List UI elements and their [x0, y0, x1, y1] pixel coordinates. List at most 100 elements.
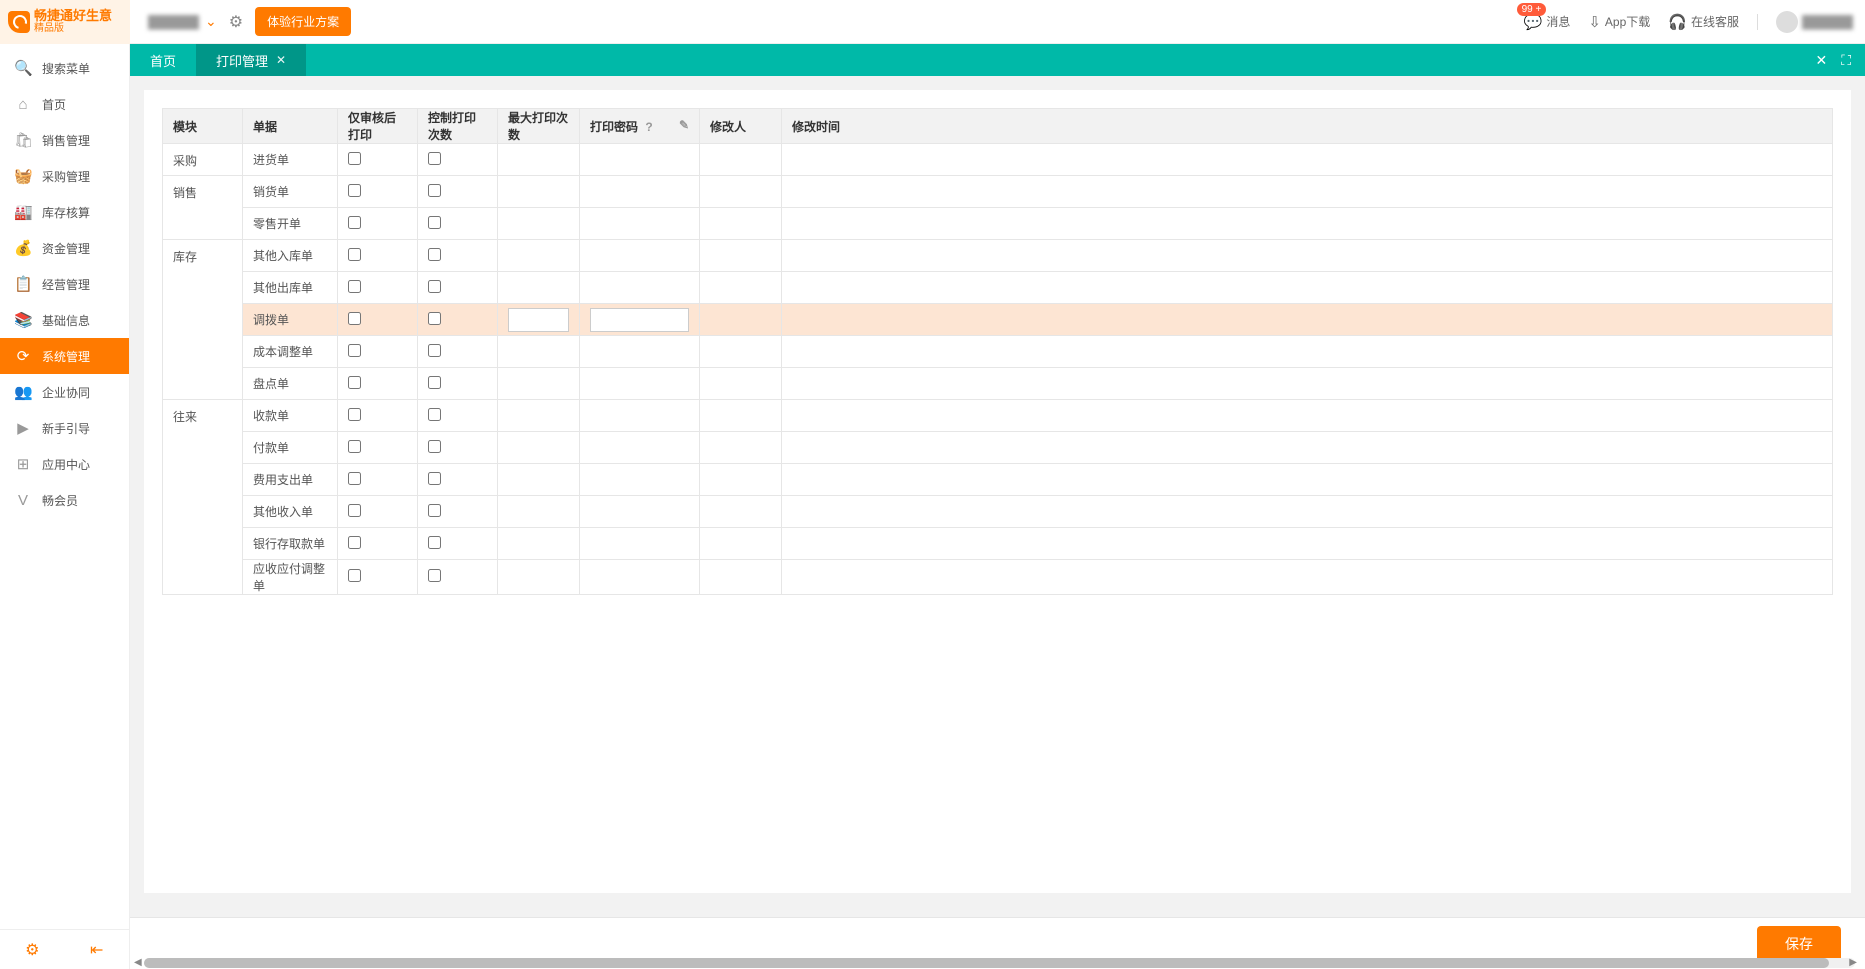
sidebar-item-search[interactable]: 🔍搜索菜单 [0, 50, 129, 86]
print-password-cell [580, 528, 700, 560]
audit-only-checkbox[interactable] [348, 248, 361, 261]
org-selector[interactable]: ██████ [148, 15, 199, 29]
sidebar-item-guide[interactable]: ▶新手引导 [0, 410, 129, 446]
limit-count-checkbox[interactable] [428, 280, 441, 293]
tab-print[interactable]: 打印管理 ✕ [196, 44, 306, 76]
audit-only-checkbox[interactable] [348, 440, 361, 453]
headset-icon: 🎧 [1668, 13, 1687, 31]
limit-count-checkbox[interactable] [428, 408, 441, 421]
sidebar-item-system[interactable]: ⟳系统管理 [0, 338, 129, 374]
modifier-cell [700, 368, 782, 400]
sidebar-item-label: 采购管理 [42, 168, 90, 185]
doc-cell: 其他入库单 [243, 240, 338, 272]
doc-cell: 销货单 [243, 176, 338, 208]
sidebar-item-stock[interactable]: 🏭库存核算 [0, 194, 129, 230]
scrollbar-thumb[interactable] [144, 958, 1829, 968]
sidebar-collapse-icon[interactable]: ⇤ [65, 930, 130, 969]
doc-cell: 零售开单 [243, 208, 338, 240]
audit-only-checkbox[interactable] [348, 216, 361, 229]
limit-count-checkbox[interactable] [428, 248, 441, 261]
message-button[interactable]: 💬 消息 [1524, 13, 1571, 31]
limit-count-checkbox[interactable] [428, 472, 441, 485]
audit-only-checkbox[interactable] [348, 536, 361, 549]
doc-cell: 其他收入单 [243, 496, 338, 528]
limit-count-checkbox[interactable] [428, 440, 441, 453]
sidebar-item-purchase[interactable]: 🧺采购管理 [0, 158, 129, 194]
online-service-button[interactable]: 🎧 在线客服 [1668, 13, 1739, 31]
sidebar-item-member[interactable]: V畅会员 [0, 482, 129, 518]
limit-count-checkbox[interactable] [428, 504, 441, 517]
username: ██████ [1802, 15, 1853, 29]
table-row: 盘点单 [163, 368, 1833, 400]
sidebar-item-apps[interactable]: ⊞应用中心 [0, 446, 129, 482]
max-count-cell [498, 464, 580, 496]
save-button[interactable]: 保存 [1757, 926, 1841, 962]
module-cell: 库存 [163, 240, 243, 400]
brand-logo[interactable]: 畅捷通好生意 精品版 [0, 0, 130, 44]
audit-only-checkbox[interactable] [348, 152, 361, 165]
sidebar-item-home[interactable]: ⌂首页 [0, 86, 129, 122]
message-label: 消息 [1546, 13, 1570, 30]
audit-only-checkbox[interactable] [348, 504, 361, 517]
audit-only-checkbox[interactable] [348, 312, 361, 325]
th-limit-count: 控制打印次数 [418, 109, 498, 144]
max-count-input[interactable] [508, 308, 569, 332]
close-icon[interactable]: ✕ [276, 53, 286, 67]
sidebar-item-coop[interactable]: 👥企业协同 [0, 374, 129, 410]
sidebar: 🔍搜索菜单⌂首页🛍销售管理🧺采购管理🏭库存核算💰资金管理📋经营管理 📚 基础信息 ⟳系… [0, 44, 130, 969]
modify-time-cell [782, 464, 1833, 496]
modifier-cell [700, 272, 782, 304]
limit-count-checkbox[interactable] [428, 152, 441, 165]
help-icon[interactable]: ? [645, 120, 652, 134]
user-menu[interactable]: ██████ [1776, 11, 1853, 33]
chevron-down-icon[interactable]: ⌄ [205, 13, 217, 30]
print-password-cell [580, 400, 700, 432]
table-row: 银行存取款单 [163, 528, 1833, 560]
limit-count-checkbox[interactable] [428, 216, 441, 229]
limit-count-checkbox[interactable] [428, 344, 441, 357]
sidebar-item-fund[interactable]: 💰资金管理 [0, 230, 129, 266]
promo-button[interactable]: 体验行业方案 [255, 7, 351, 36]
table-row: 零售开单 [163, 208, 1833, 240]
print-password-cell [580, 144, 700, 176]
audit-only-checkbox[interactable] [348, 408, 361, 421]
limit-count-checkbox[interactable] [428, 312, 441, 325]
modify-time-cell [782, 368, 1833, 400]
audit-only-checkbox[interactable] [348, 472, 361, 485]
apps-icon: ⊞ [14, 455, 32, 473]
limit-count-checkbox[interactable] [428, 569, 441, 582]
module-cell: 销售 [163, 176, 243, 240]
audit-only-checkbox[interactable] [348, 344, 361, 357]
modify-time-cell [782, 304, 1833, 336]
sidebar-item-base[interactable]: 📚 基础信息 [0, 302, 129, 338]
scroll-left-icon[interactable]: ◀ [134, 957, 142, 968]
horizontal-scrollbar[interactable]: ◀ ▶ [144, 958, 1855, 968]
app-download-button[interactable]: ⇩ App下载 [1588, 13, 1650, 31]
org-name: ██████ [148, 15, 199, 29]
tab-close-all-icon[interactable]: ✕ [1815, 52, 1827, 69]
modify-time-cell [782, 272, 1833, 304]
audit-only-checkbox[interactable] [348, 569, 361, 582]
audit-only-checkbox[interactable] [348, 376, 361, 389]
fullscreen-icon[interactable]: ⛶ [1841, 52, 1851, 69]
limit-count-checkbox[interactable] [428, 184, 441, 197]
modifier-cell [700, 304, 782, 336]
gear-icon[interactable]: ⚙ [229, 12, 243, 32]
scroll-right-icon[interactable]: ▶ [1849, 957, 1857, 968]
limit-count-checkbox[interactable] [428, 536, 441, 549]
sidebar-item-biz[interactable]: 📋经营管理 [0, 266, 129, 302]
audit-only-checkbox[interactable] [348, 280, 361, 293]
sidebar-item-label: 搜索菜单 [42, 60, 90, 77]
base-icon: 📚 [14, 311, 32, 329]
tab-home[interactable]: 首页 [130, 44, 196, 76]
print-password-input[interactable] [590, 308, 689, 332]
tab-label: 打印管理 [216, 51, 268, 70]
doc-cell: 付款单 [243, 432, 338, 464]
sidebar-item-label: 基础信息 [42, 312, 90, 329]
limit-count-checkbox[interactable] [428, 376, 441, 389]
edit-icon[interactable]: ✎ [679, 118, 689, 132]
audit-only-checkbox[interactable] [348, 184, 361, 197]
max-count-cell [498, 432, 580, 464]
sidebar-item-sales[interactable]: 🛍销售管理 [0, 122, 129, 158]
sidebar-settings-icon[interactable]: ⚙ [0, 930, 65, 969]
